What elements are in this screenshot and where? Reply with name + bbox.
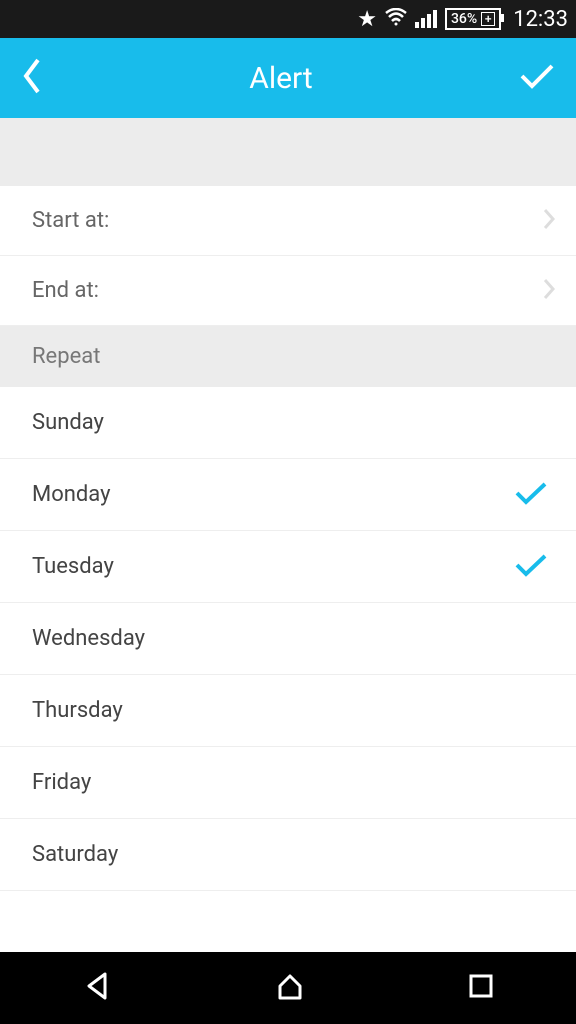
star-icon: ★: [357, 7, 377, 32]
day-row-friday[interactable]: Friday: [0, 747, 576, 819]
confirm-button[interactable]: [518, 62, 556, 94]
content: Start at: End at: Repeat Sunday Monday Tue…: [0, 186, 576, 952]
nav-bar: [0, 952, 576, 1024]
nav-back-button[interactable]: [81, 970, 113, 1006]
check-icon: [514, 481, 548, 509]
chevron-right-icon: [542, 207, 556, 235]
day-label: Sunday: [32, 410, 104, 435]
day-row-monday[interactable]: Monday: [0, 459, 576, 531]
day-label: Tuesday: [32, 554, 114, 579]
day-label: Saturday: [32, 842, 118, 867]
battery-plus-icon: +: [481, 12, 495, 26]
day-row-sunday[interactable]: Sunday: [0, 387, 576, 459]
chevron-right-icon: [542, 277, 556, 305]
day-label: Monday: [32, 482, 111, 507]
battery-percent: 36%: [451, 11, 477, 27]
battery-indicator: 36% +: [445, 8, 501, 30]
nav-home-button[interactable]: [274, 970, 306, 1006]
end-time-label: End at:: [32, 278, 99, 303]
start-time-label: Start at:: [32, 208, 109, 233]
app-bar: Alert: [0, 38, 576, 118]
day-row-tuesday[interactable]: Tuesday: [0, 531, 576, 603]
repeat-header: Repeat: [0, 326, 576, 387]
day-label: Friday: [32, 770, 91, 795]
signal-icon: [415, 10, 437, 28]
nav-recent-button[interactable]: [467, 972, 495, 1004]
day-row-thursday[interactable]: Thursday: [0, 675, 576, 747]
wifi-icon: [385, 7, 407, 31]
back-button[interactable]: [20, 56, 44, 100]
spacer: [0, 118, 576, 186]
day-label: Wednesday: [32, 626, 145, 651]
status-time: 12:33: [513, 7, 568, 32]
day-label: Thursday: [32, 698, 123, 723]
check-icon: [514, 553, 548, 581]
start-time-row[interactable]: Start at:: [0, 186, 576, 256]
status-bar: ★ 36% + 12:33: [0, 0, 576, 38]
end-time-row[interactable]: End at:: [0, 256, 576, 326]
day-row-wednesday[interactable]: Wednesday: [0, 603, 576, 675]
day-row-saturday[interactable]: Saturday: [0, 819, 576, 891]
page-title: Alert: [44, 61, 518, 96]
